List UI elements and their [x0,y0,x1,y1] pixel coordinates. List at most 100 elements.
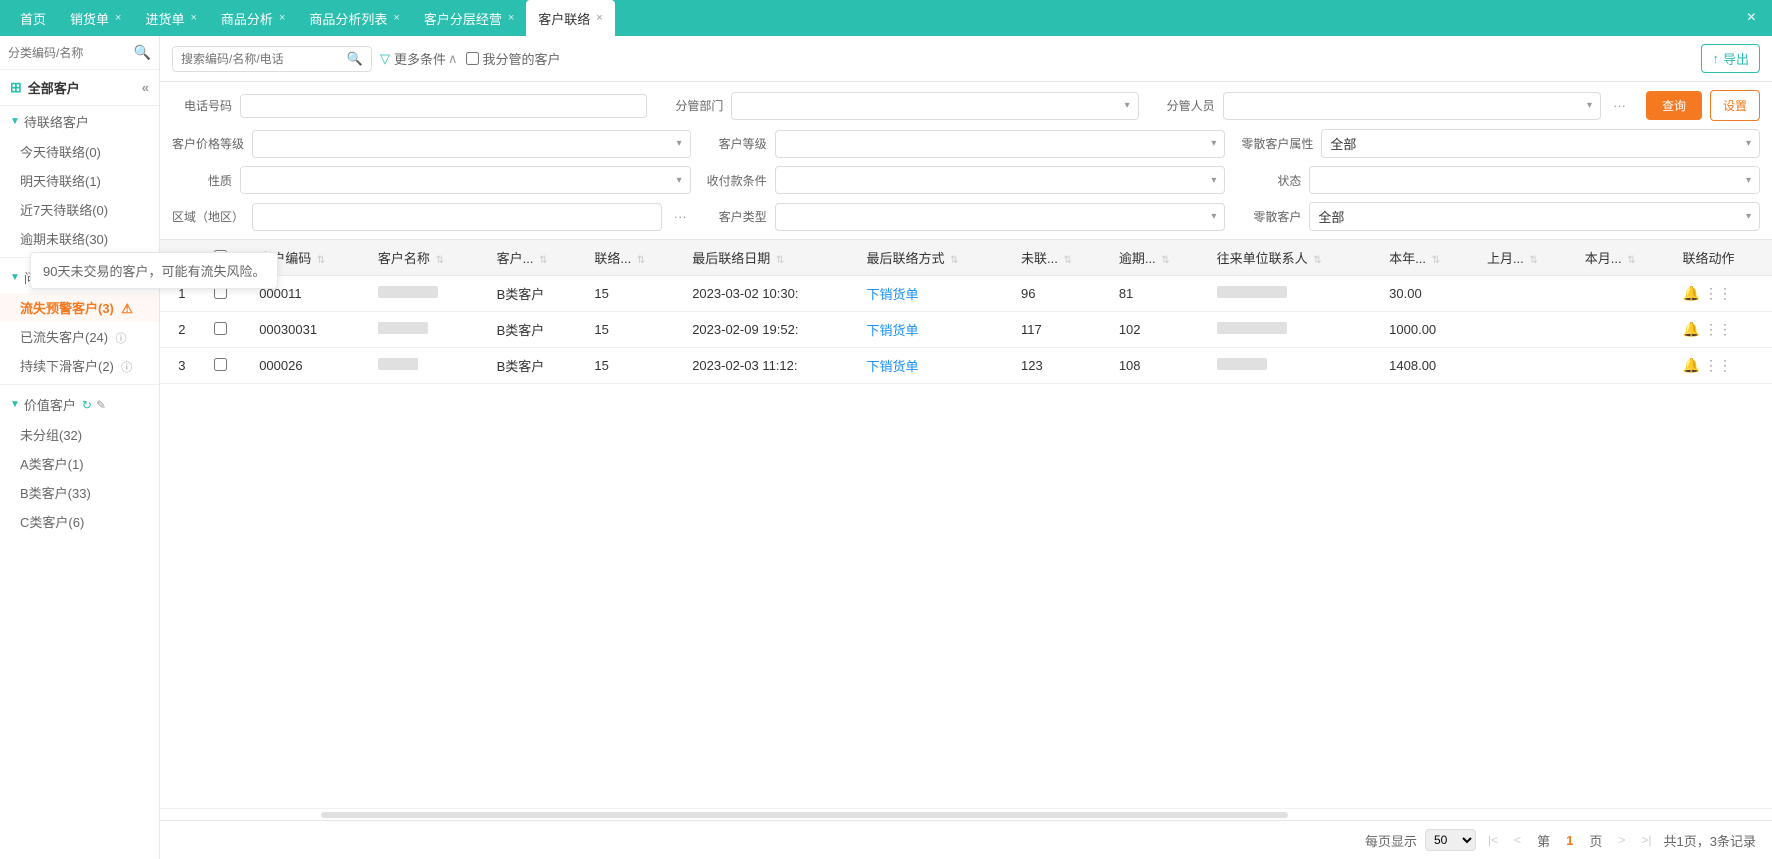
row-1-more-icon[interactable]: ⋮⋮ [1704,285,1732,302]
scrollbar-track[interactable] [321,812,1288,818]
col-type[interactable]: 客户... ⇅ [487,240,585,276]
col-this-year[interactable]: 本年... ⇅ [1379,240,1477,276]
filter-select-manager[interactable]: ▾ [1223,92,1601,120]
filter-select-customer-type[interactable]: ▾ [775,203,1226,231]
filter-select-payment[interactable]: ▾ [775,166,1226,194]
chevron-down-icon-payment: ▾ [1211,175,1216,186]
sidebar-item-class-c[interactable]: C类客户(6) [0,507,159,536]
sidebar-item-class-b[interactable]: B类客户(33) [0,478,159,507]
filter-select-price-level[interactable]: ▾ [252,130,691,158]
row-3-method-link[interactable]: 下销货单 [866,359,918,374]
filter-input-phone[interactable] [240,94,647,118]
tab-product-analysis[interactable]: 商品分析 × [209,0,297,36]
tab-product-list[interactable]: 商品分析列表 × [297,0,411,36]
sidebar-item-overdue-uncontact[interactable]: 逾期未联络(30) [0,224,159,253]
tab-customer-tier[interactable]: 客户分层经营 × [412,0,526,36]
data-table-container[interactable]: ⚙ 客户编码 ⇅ 客户名称 ⇅ [160,240,1772,808]
row-2-method-link[interactable]: 下销货单 [866,323,918,338]
filter-search-button[interactable]: 🔍 [347,51,363,67]
col-name[interactable]: 客户名称 ⇅ [368,240,487,276]
row-2-checkbox[interactable] [204,312,250,348]
refresh-icon[interactable]: ↻ [82,398,92,412]
last-page-button[interactable]: >| [1637,831,1655,849]
sidebar-item-churn-warning[interactable]: 流失预警客户(3) ⚠ [0,293,159,322]
row-3-last-contact-method[interactable]: 下销货单 [856,348,1011,384]
sidebar-item-declining[interactable]: 持续下滑客户(2) ⓘ [0,351,159,380]
filter-select-status[interactable]: ▾ [1309,166,1760,194]
my-customers-checkbox[interactable] [466,52,479,65]
more-dot-manager[interactable]: ··· [1609,98,1630,113]
col-last-contact-method[interactable]: 最后联络方式 ⇅ [856,240,1011,276]
row-1-method-link[interactable]: 下销货单 [866,287,918,302]
filter-more-conditions[interactable]: ▽ 更多条件 ∧ [380,49,458,68]
sidebar-group-pending: ▼ 待联络客户 今天待联络(0) 明天待联络(1) 近7天待联络(0) 逾期未联… [0,106,159,253]
sidebar-item-tomorrow-pending[interactable]: 明天待联络(1) [0,166,159,195]
chevron-down-icon-gender: ▾ [677,175,682,186]
row-1-contact-icon[interactable]: 🔔 [1683,285,1700,302]
my-customers-checkbox-area[interactable]: 我分管的客户 [466,49,561,68]
col-unit-contact[interactable]: 往来单位联系人 ⇅ [1207,240,1380,276]
row-2-more-icon[interactable]: ⋮⋮ [1704,321,1732,338]
export-button[interactable]: ↑ 导出 [1701,44,1760,73]
row-2-last-contact-method[interactable]: 下销货单 [856,312,1011,348]
row-2-select[interactable] [214,322,227,335]
col-last-contact-date[interactable]: 最后联络日期 ⇅ [682,240,856,276]
prev-page-button[interactable]: < [1510,831,1525,849]
filter-select-gender[interactable]: ▾ [240,166,691,194]
filter-select-retail-customer[interactable]: 全部 ▾ [1309,202,1760,231]
first-page-button[interactable]: |< [1484,831,1502,849]
filter-search-input[interactable] [181,52,347,66]
filter-search-box[interactable]: 🔍 [172,46,372,72]
col-overdue[interactable]: 逾期... ⇅ [1109,240,1207,276]
sidebar-item-class-a[interactable]: A类客户(1) [0,449,159,478]
sidebar-group-value-title[interactable]: ▼ 价值客户 ↻ ✎ [0,389,159,420]
sidebar-group-pending-title[interactable]: ▼ 待联络客户 [0,106,159,137]
edit-icon[interactable]: ✎ [96,398,106,412]
sidebar-item-today-pending[interactable]: 今天待联络(0) [0,137,159,166]
next-page-button[interactable]: > [1614,831,1629,849]
row-3-contact-icon[interactable]: 🔔 [1683,357,1700,374]
tab-home[interactable]: 首页 [8,0,58,36]
close-window-button[interactable]: × [1739,9,1764,27]
tab-sales-close[interactable]: × [115,12,121,24]
row-3-select[interactable] [214,358,227,371]
row-3-overdue: 108 [1109,348,1207,384]
col-this-month[interactable]: 本月... ⇅ [1575,240,1673,276]
horizontal-scrollbar[interactable] [160,808,1772,820]
sidebar-item-7day-pending[interactable]: 近7天待联络(0) [0,195,159,224]
row-1-last-contact-method[interactable]: 下销货单 [856,276,1011,312]
col-contact[interactable]: 联络... ⇅ [584,240,682,276]
tab-product-list-close[interactable]: × [393,12,399,24]
col-action: 联络动作 [1673,240,1772,276]
grid-icon: ⊞ [10,79,22,96]
sidebar-collapse-icon[interactable]: « [142,80,149,95]
filter-select-dept[interactable]: ▾ [731,92,1138,120]
row-3-more-icon[interactable]: ⋮⋮ [1704,357,1732,374]
tab-customer-link-close[interactable]: × [596,12,602,24]
tab-customer-tier-close[interactable]: × [508,12,514,24]
sidebar-item-churned[interactable]: 已流失客户(24) ⓘ [0,322,159,351]
col-last-month[interactable]: 上月... ⇅ [1477,240,1575,276]
filter-field-payment: 收付款条件 ▾ [707,166,1226,194]
filter-select-retail-attr[interactable]: 全部 ▾ [1321,129,1760,158]
query-button[interactable]: 查询 [1646,91,1702,120]
filter-label-status: 状态 [1241,172,1301,189]
sort-icon-last-month: ⇅ [1529,255,1537,266]
tab-purchase-close[interactable]: × [190,12,196,24]
row-3-checkbox[interactable] [204,348,250,384]
tab-sales[interactable]: 销货单 × [58,0,133,36]
tab-customer-link[interactable]: 客户联络 × [526,0,614,36]
sidebar-all-customers[interactable]: ⊞ 全部客户 « [0,70,159,106]
sidebar-item-unclassified[interactable]: 未分组(32) [0,420,159,449]
filter-select-region[interactable] [252,203,662,231]
tab-purchase[interactable]: 进货单 × [133,0,208,36]
tab-product-analysis-close[interactable]: × [279,12,285,24]
row-1-overdue: 81 [1109,276,1207,312]
col-uncontacted[interactable]: 未联... ⇅ [1011,240,1109,276]
per-page-select[interactable]: 50 100 200 [1425,829,1476,851]
row-2-contact-icon[interactable]: 🔔 [1683,321,1700,338]
sidebar-search-input[interactable] [8,46,132,60]
settings-button[interactable]: 设置 [1710,90,1760,121]
more-dot-region[interactable]: ··· [670,209,691,224]
filter-select-customer-level[interactable]: ▾ [775,130,1226,158]
